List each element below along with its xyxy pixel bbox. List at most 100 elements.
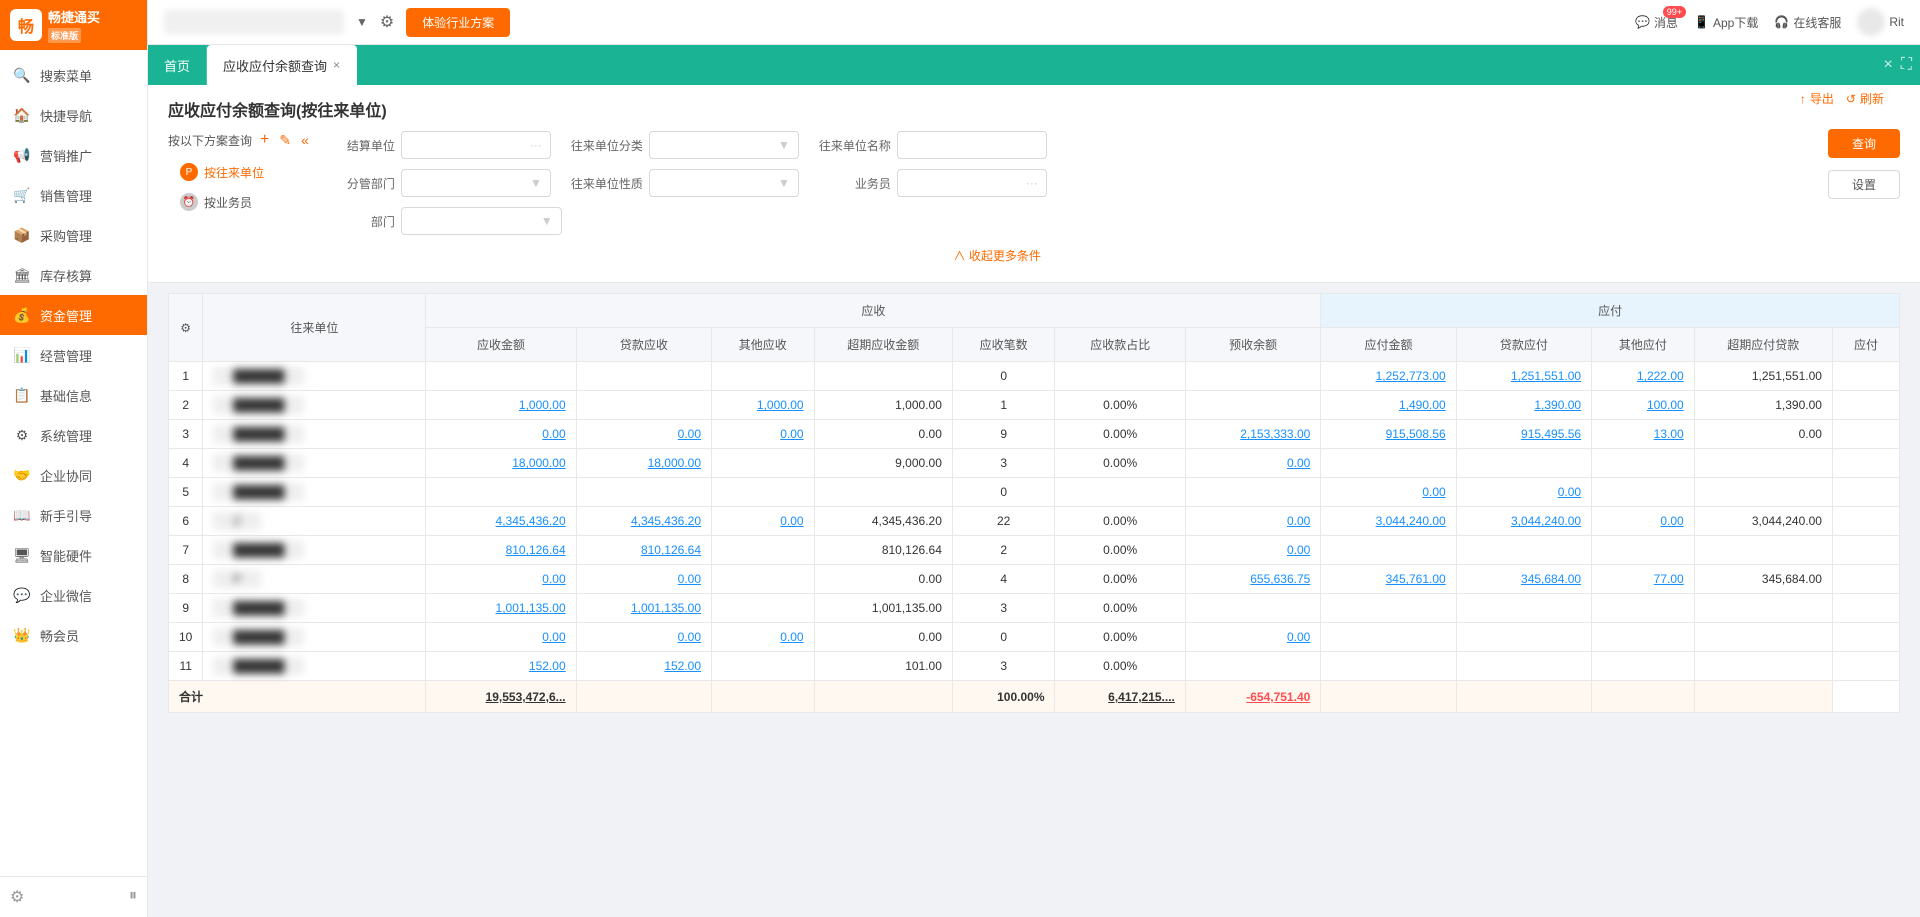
collapse-icon: ∧ — [954, 249, 966, 263]
sidebar-collapse-btn[interactable]: ⏸ — [129, 887, 137, 907]
sidebar-item-marketing[interactable]: 📢 营销推广 — [0, 135, 147, 175]
row-number: 5 — [169, 478, 203, 507]
table-row: 8P0.000.000.0040.00%655,636.75345,761.00… — [169, 565, 1900, 594]
footer-ar-prepaid[interactable]: 6,417,215.... — [1055, 681, 1185, 713]
field-dept: 分管部门 ▼ — [323, 169, 551, 197]
sidebar-item-hardware[interactable]: 🖥 智能硬件 — [0, 535, 147, 575]
customer-name-cell: ██████ — [203, 652, 426, 681]
sidebar-item-member[interactable]: 👑 畅会员 — [0, 615, 147, 655]
marketing-icon: 📢 — [12, 145, 32, 165]
department-input[interactable]: ▼ — [401, 207, 562, 235]
sidebar-item-inventory[interactable]: 🏛 库存核算 — [0, 255, 147, 295]
ar-ratio-col: 应收款占比 — [1055, 328, 1185, 362]
refresh-icon: ↺ — [1846, 92, 1856, 106]
user-avatar — [1857, 8, 1885, 36]
service-action[interactable]: 🎧 在线客服 — [1774, 14, 1841, 31]
dept-label: 分管部门 — [323, 175, 395, 192]
sidebar-item-label: 快捷导航 — [40, 106, 92, 125]
weixin-icon: 💬 — [12, 585, 32, 605]
logo: 畅 畅捷通买 标准版 — [0, 0, 147, 50]
user-account[interactable]: Rit — [1857, 8, 1904, 36]
table-row: 2██████1,000.001,000.001,000.0010.00%1,4… — [169, 391, 1900, 420]
dept-input[interactable]: ▼ — [401, 169, 551, 197]
sidebar-nav: 🔍 搜索菜单 🏠 快捷导航 📢 营销推广 🛒 销售管理 📦 采购管理 🏛 — [0, 50, 147, 876]
tab-close-window-btn[interactable]: × — [1883, 56, 1892, 74]
customer-name-cell: Z — [203, 507, 426, 536]
sidebar-settings-btn[interactable]: ⚙ — [10, 887, 24, 907]
customer-name-cell: ██████ — [203, 536, 426, 565]
edit-scheme-btn[interactable]: ✎ — [277, 132, 293, 149]
refresh-btn[interactable]: ↺ 刷新 — [1846, 90, 1884, 107]
export-btn[interactable]: ↑ 导出 — [1800, 90, 1834, 107]
member-icon: 👑 — [12, 625, 32, 645]
settlement-unit-dots: ··· — [530, 138, 542, 152]
tree-customer-icon: P — [180, 163, 198, 181]
tab-close-icon[interactable]: × — [333, 58, 340, 72]
sidebar-item-purchase[interactable]: 📦 采购管理 — [0, 215, 147, 255]
sales-icon: 🛒 — [12, 185, 32, 205]
settlement-unit-input[interactable]: ··· — [401, 131, 551, 159]
footer-ar-overdue — [814, 681, 952, 713]
sidebar-item-basic[interactable]: 📋 基础信息 — [0, 375, 147, 415]
promo-button[interactable]: 体验行业方案 — [406, 8, 510, 37]
tree-item-customer[interactable]: P 按往来单位 — [168, 157, 311, 187]
sidebar-item-management[interactable]: 📊 经营管理 — [0, 335, 147, 375]
customer-name-cell: ██████ — [203, 594, 426, 623]
customer-category-input[interactable]: ▼ — [649, 131, 799, 159]
tab-active-label: 应收应付余额查询 — [223, 56, 327, 75]
sidebar-item-label: 销售管理 — [40, 186, 92, 205]
guide-icon: 📖 — [12, 505, 32, 525]
logo-sub: 标准版 — [48, 28, 81, 43]
sidebar-item-label: 畅会员 — [40, 626, 79, 645]
sidebar-item-weixin[interactable]: 💬 企业微信 — [0, 575, 147, 615]
tab-home[interactable]: 首页 — [148, 45, 207, 85]
messages-action[interactable]: 💬 消息 99+ — [1635, 14, 1678, 31]
logo-text: 畅捷通买 标准版 — [48, 7, 100, 43]
field-customer-name: 往来单位名称 — [819, 131, 1047, 159]
field-department: 部门 ▼ — [323, 207, 562, 235]
tree-item-salesman[interactable]: ⏰ 按业务员 — [168, 187, 311, 217]
header-dropdown-btn[interactable]: ▼ — [356, 15, 368, 29]
table-footer: 合计 19,553,472,6... 100.00% 6,417,215....… — [169, 681, 1900, 713]
collapse-label: 收起更多条件 — [969, 249, 1041, 263]
sidebar-item-cooperation[interactable]: 🤝 企业协同 — [0, 455, 147, 495]
collapse-bar[interactable]: ∧ 收起更多条件 — [168, 241, 1047, 270]
table-settings-col[interactable]: ⚙ — [169, 294, 203, 362]
footer-ap-total[interactable]: -654,751.40 — [1185, 681, 1320, 713]
add-scheme-btn[interactable]: + — [258, 131, 271, 149]
field-customer-type: 往来单位性质 ▼ — [571, 169, 799, 197]
footer-ap-overdue — [1592, 681, 1695, 713]
sidebar-item-finance[interactable]: 💰 资金管理 — [0, 295, 147, 335]
query-button[interactable]: 查询 — [1828, 129, 1900, 158]
user-name: Rit — [1889, 15, 1904, 29]
footer-ar-total[interactable]: 19,553,472,6... — [426, 681, 576, 713]
sidebar-item-guide[interactable]: 📖 新手引导 — [0, 495, 147, 535]
header-settings-icon[interactable]: ⚙ — [380, 12, 394, 32]
collapse-scheme-btn[interactable]: « — [299, 132, 311, 148]
customer-type-input[interactable]: ▼ — [649, 169, 799, 197]
customer-name-cell: ██████ — [203, 420, 426, 449]
ar-loan-col: 贷款应收 — [576, 328, 711, 362]
app-download-action[interactable]: 📱 App下载 — [1694, 14, 1758, 31]
main-content: ▼ ⚙ 体验行业方案 💬 消息 99+ 📱 App下载 🎧 在线客服 — [148, 0, 1920, 917]
sidebar-item-label: 智能硬件 — [40, 546, 92, 565]
customer-name-input[interactable] — [897, 131, 1047, 159]
sidebar-item-label: 系统管理 — [40, 426, 92, 445]
tab-active[interactable]: 应收应付余额查询 × — [207, 45, 357, 85]
sidebar-item-sales[interactable]: 🛒 销售管理 — [0, 175, 147, 215]
sidebar-item-label: 企业协同 — [40, 466, 92, 485]
tree-salesman-icon: ⏰ — [180, 193, 198, 211]
customer-name-label: 往来单位名称 — [819, 137, 891, 154]
tab-fullscreen-btn[interactable]: ⛶ — [1901, 56, 1912, 74]
sidebar-item-label: 新手引导 — [40, 506, 92, 525]
customer-name-cell: ██████ — [203, 391, 426, 420]
sidebar-item-quicknav[interactable]: 🏠 快捷导航 — [0, 95, 147, 135]
setting-button[interactable]: 设置 — [1828, 170, 1900, 199]
management-icon: 📊 — [12, 345, 32, 365]
ar-count-col: 应收笔数 — [952, 328, 1055, 362]
logo-main: 畅捷通买 — [48, 7, 100, 26]
footer-ap-loan — [1321, 681, 1456, 713]
sidebar-item-search[interactable]: 🔍 搜索菜单 — [0, 55, 147, 95]
salesman-input[interactable]: ··· — [897, 169, 1047, 197]
sidebar-item-system[interactable]: ⚙ 系统管理 — [0, 415, 147, 455]
